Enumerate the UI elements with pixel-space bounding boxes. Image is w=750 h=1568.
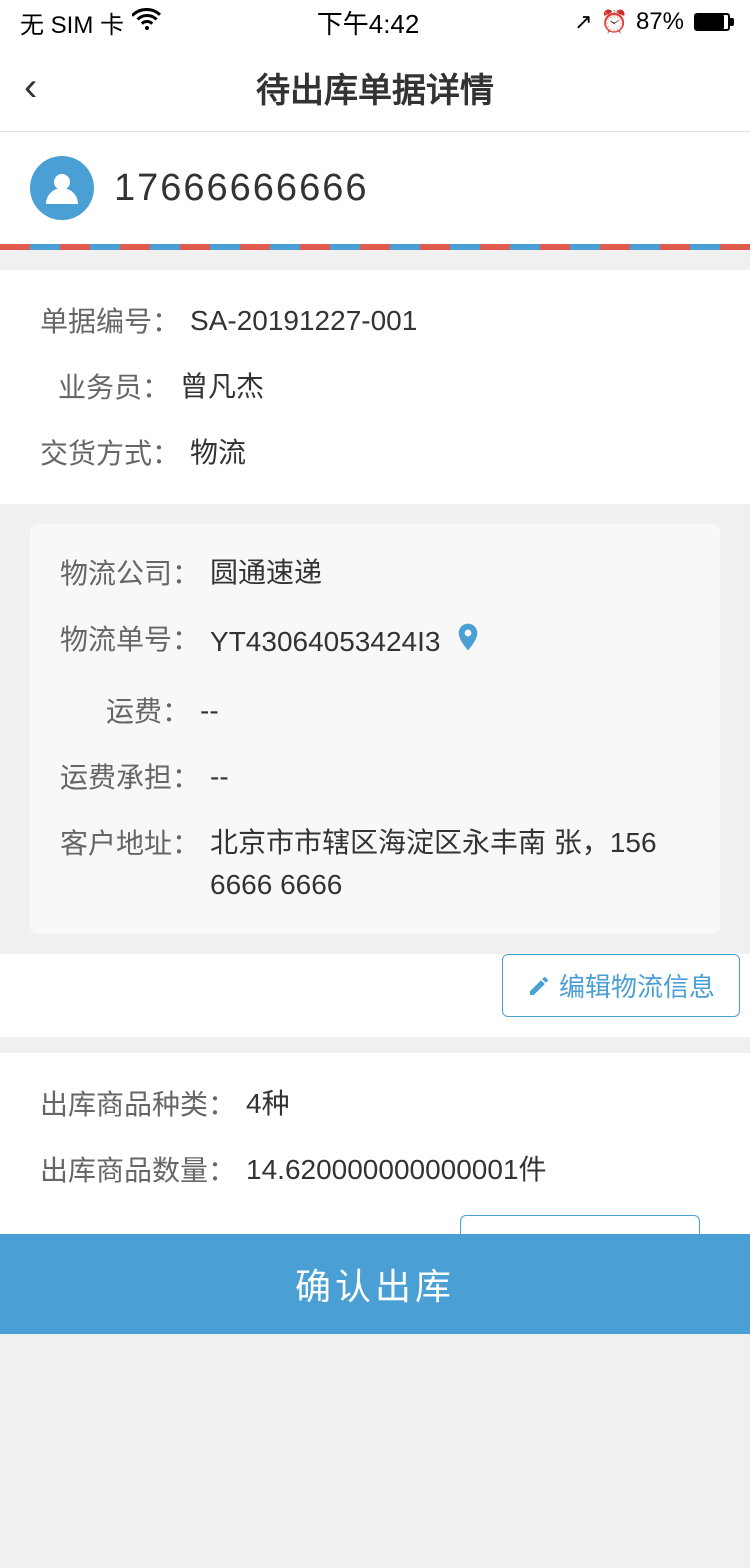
user-header: 17666666666 [0,132,750,244]
goods-quantity-label: 出库商品数量： [40,1149,236,1189]
user-phone: 17666666666 [114,167,368,210]
status-left: 无 SIM 卡 [20,5,162,40]
goods-quantity-row: 出库商品数量： 14.620000000000001件 [40,1149,710,1191]
delivery-label: 交货方式： [40,432,180,472]
back-button[interactable]: ‹ [24,65,37,110]
tracking-row: 物流单号： YT43064053424I3 [60,618,690,666]
tracking-number: YT43064053424I3 [210,621,440,663]
location-pin-icon[interactable] [452,618,484,666]
status-time: 下午4:42 [317,4,420,41]
delivery-row: 交货方式： 物流 [40,432,710,474]
tracking-value-container: YT43064053424I3 [210,618,690,666]
carrier-text: 无 SIM 卡 [20,5,124,40]
edit-logistics-button[interactable]: 编辑物流信息 [502,954,740,1017]
battery-text: 87% [636,8,684,36]
goods-category-row: 出库商品种类： 4种 [40,1083,710,1125]
battery-icon [694,13,730,31]
freight-row: 运费： -- [60,690,690,732]
freight-label: 运费： [60,690,190,730]
freight-bear-row: 运费承担： -- [60,756,690,798]
user-avatar [30,156,94,220]
freight-value: -- [200,690,690,732]
logistics-company-label: 物流公司： [60,552,200,592]
location-icon: ↗ [574,9,592,35]
salesman-label: 业务员： [40,366,170,406]
wifi-icon [132,8,162,37]
freight-bear-value: -- [210,756,690,798]
edit-btn-row: 编辑物流信息 [0,954,750,1017]
address-label: 客户地址： [60,822,200,862]
freight-bear-label: 运费承担： [60,756,200,796]
order-number-value: SA-20191227-001 [190,300,710,342]
confirm-outbound-label: 确认出库 [295,1258,455,1310]
section-separator [0,1037,750,1053]
edit-icon [527,974,551,998]
alarm-icon: ⏰ [601,9,628,35]
address-value: 北京市市辖区海淀区永丰南 张，156 6666 6666 [210,822,690,906]
order-number-row: 单据编号： SA-20191227-001 [40,300,710,342]
edit-logistics-label: 编辑物流信息 [559,967,715,1004]
goods-category-value: 4种 [246,1083,710,1125]
address-row: 客户地址： 北京市市辖区海淀区永丰南 张，156 6666 6666 [60,822,690,906]
goods-quantity-value: 14.620000000000001件 [246,1149,710,1191]
tracking-label: 物流单号： [60,618,200,658]
goods-category-label: 出库商品种类： [40,1083,236,1123]
delivery-value: 物流 [190,432,710,474]
page-title: 待出库单据详情 [256,63,494,112]
salesman-row: 业务员： 曾凡杰 [40,366,710,408]
confirm-outbound-button[interactable]: 确认出库 [0,1234,750,1334]
order-number-label: 单据编号： [40,300,180,340]
logistics-section: 物流公司： 圆通速递 物流单号： YT43064053424I3 运费： -- … [30,524,720,934]
salesman-value: 曾凡杰 [180,366,710,408]
logistics-company-row: 物流公司： 圆通速递 [60,552,690,594]
nav-bar: ‹ 待出库单据详情 [0,44,750,132]
status-bar: 无 SIM 卡 下午4:42 ↗ ⏰ 87% [0,0,750,44]
logistics-company-value: 圆通速递 [210,552,690,594]
order-info-section: 单据编号： SA-20191227-001 业务员： 曾凡杰 交货方式： 物流 [0,270,750,504]
status-right: ↗ ⏰ 87% [574,8,730,36]
dashed-divider [0,244,750,250]
